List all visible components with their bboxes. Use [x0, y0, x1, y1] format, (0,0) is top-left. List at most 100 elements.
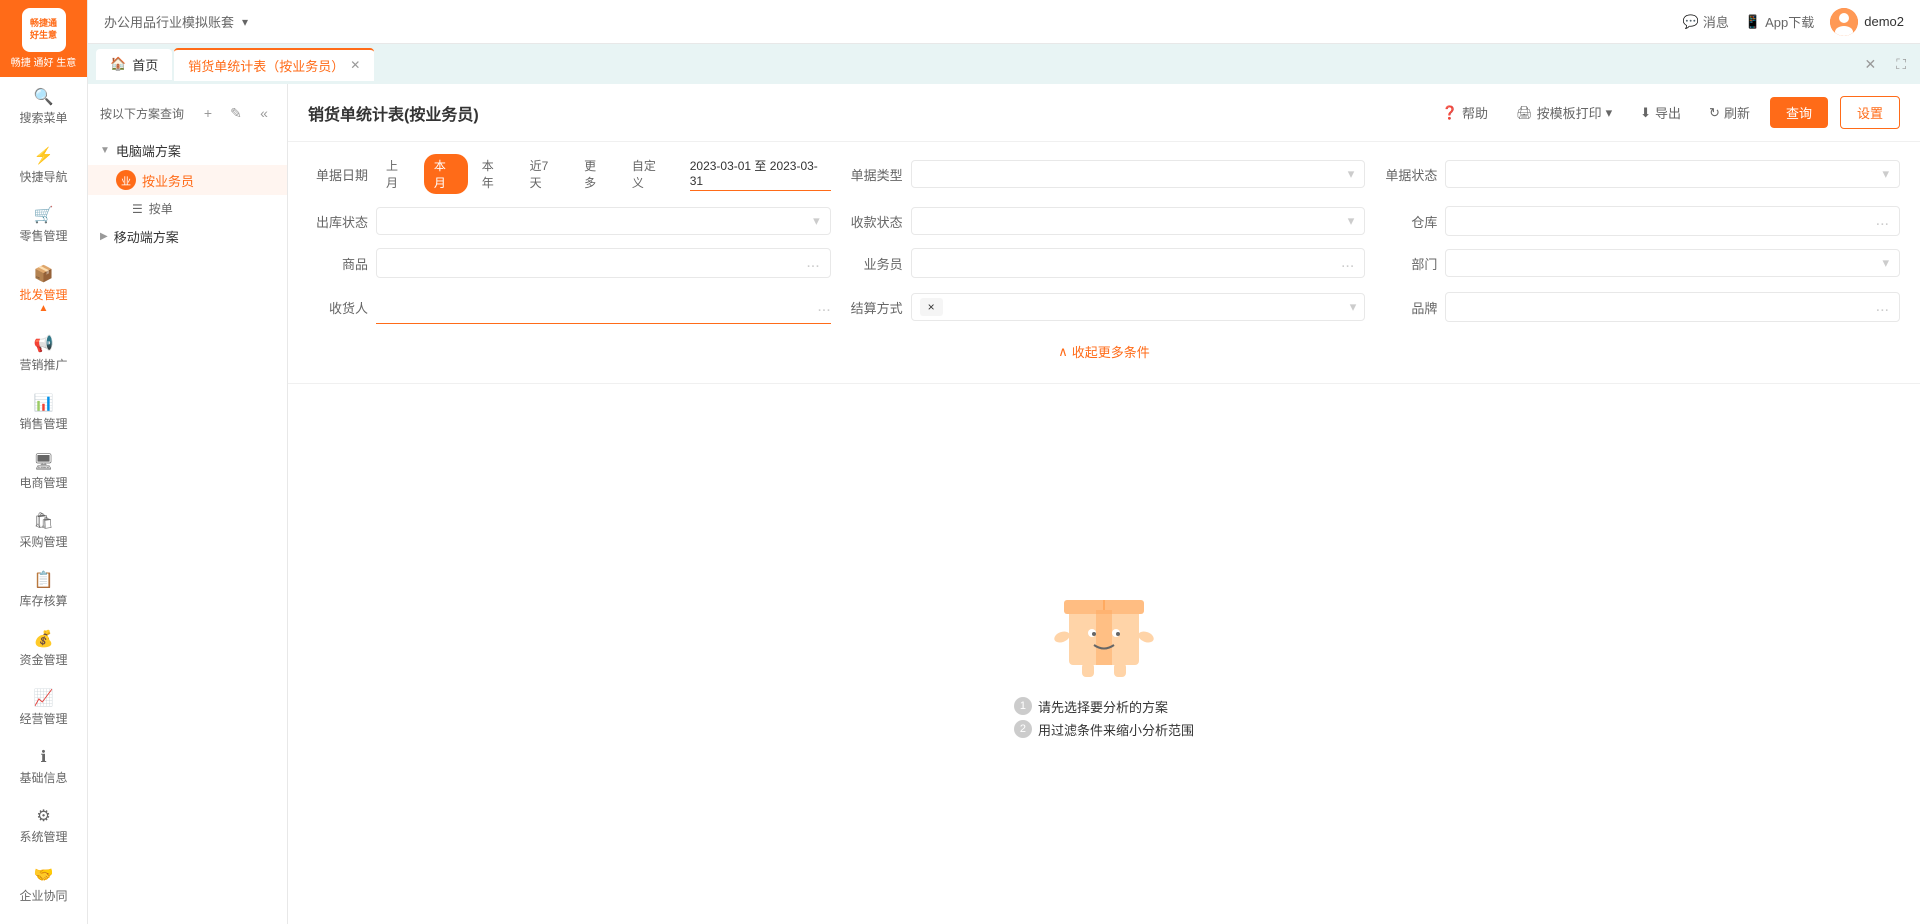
tab-bar: 🏠 首页 销货单统计表（按业务员） ✕ ✕ ⛶ — [88, 44, 1920, 84]
tab-fullscreen-btn[interactable]: ⛶ — [1890, 54, 1912, 75]
sidebar-item-marketing[interactable]: 📢 营销推广 — [0, 324, 87, 383]
bill-status-dropdown-icon: ▾ — [1882, 166, 1889, 182]
date-label: 单据日期 — [308, 165, 368, 184]
sidebar-item-inventory[interactable]: 📋 库存核算 — [0, 560, 87, 619]
filter-date: 单据日期 上月 本月 本年 近7天 更多 自定义 2023-03-01 至 20… — [308, 154, 831, 194]
template-print-button[interactable]: 🖨 按模板打印 ▾ — [1508, 99, 1620, 126]
collapse-panel-button[interactable]: « — [253, 102, 275, 124]
out-status-label: 出库状态 — [308, 212, 368, 231]
left-panel-title: 按以下方案查询 — [100, 105, 184, 122]
tab-close-icon[interactable]: ✕ — [350, 58, 360, 72]
desktop-scheme-parent[interactable]: ▼ 电脑端方案 — [88, 136, 287, 165]
bill-status-select[interactable]: ▾ — [1445, 160, 1900, 188]
sidebar-item-cooperation[interactable]: 🤝 企业协同 — [0, 855, 87, 914]
date-tab-more[interactable]: 更多 — [574, 154, 618, 194]
user-menu[interactable]: demo2 — [1830, 8, 1904, 36]
refresh-button[interactable]: ↻ 刷新 — [1701, 99, 1758, 126]
breadcrumb-dropdown[interactable]: ▾ — [242, 15, 248, 29]
filter-salesperson: 业务员 ... — [843, 248, 1366, 278]
payment-select[interactable]: × ▾ — [911, 293, 1366, 321]
refresh-label: 刷新 — [1724, 103, 1750, 122]
receiver-input[interactable] — [376, 295, 817, 318]
sidebar: 畅捷通好生意 畅捷 通好 生意 🔍 搜索菜单 ⚡ 快捷导航 🛒 零售管理 📦 批… — [0, 0, 88, 924]
sidebar-item-system[interactable]: ⚙ 系统管理 — [0, 796, 87, 855]
logo-icon: 畅捷通好生意 — [22, 8, 66, 52]
salesperson-icon-text: 业 — [121, 173, 131, 188]
sidebar-item-label: 电商管理 — [19, 474, 67, 491]
tab-home[interactable]: 🏠 首页 — [96, 49, 172, 80]
app-download-button[interactable]: 📱 App下载 — [1745, 12, 1814, 31]
sidebar-item-label: 营销推广 — [19, 356, 67, 373]
goods-select[interactable]: ... — [376, 248, 831, 278]
sidebar-item-retail[interactable]: 🛒 零售管理 — [0, 195, 87, 254]
collapse-button[interactable]: ∧ 收起更多条件 — [1052, 336, 1156, 367]
left-panel-actions: + ✎ « — [197, 102, 275, 124]
salesperson-select[interactable]: ... — [911, 248, 1366, 278]
query-button[interactable]: 查询 — [1770, 97, 1828, 128]
chevron-up-icon: ▲ — [39, 303, 49, 314]
home-icon: 🏠 — [110, 56, 126, 72]
scheme-child-salesperson[interactable]: 业 按业务员 — [88, 165, 287, 195]
sidebar-item-wholesale[interactable]: 📦 批发管理 ▲ — [0, 254, 87, 324]
sidebar-item-operation[interactable]: 📈 经营管理 — [0, 678, 87, 737]
bill-type-select[interactable]: ▾ — [911, 160, 1366, 188]
date-tab-thisyear[interactable]: 本年 — [472, 154, 516, 194]
message-icon: 💬 — [1683, 14, 1699, 30]
out-status-select[interactable]: ▾ — [376, 207, 831, 235]
sidebar-item-basic[interactable]: ℹ 基础信息 — [0, 737, 87, 796]
date-tab-lastmonth[interactable]: 上月 — [376, 154, 420, 194]
sidebar-item-finance[interactable]: 💰 资金管理 — [0, 619, 87, 678]
payment-tag: × — [920, 298, 943, 316]
brand-select[interactable]: ... — [1445, 292, 1900, 322]
receive-status-select[interactable]: ▾ — [911, 207, 1366, 235]
date-tab-custom[interactable]: 自定义 — [622, 154, 678, 194]
mobile-scheme-parent[interactable]: ▶ 移动端方案 — [88, 222, 287, 251]
edit-scheme-button[interactable]: ✎ — [225, 102, 247, 124]
sidebar-item-purchase[interactable]: 🛍 采购管理 — [0, 501, 87, 560]
tab-close-btn[interactable]: ✕ — [1858, 54, 1882, 75]
bill-type-dropdown-icon: ▾ — [1348, 166, 1355, 182]
filter-dept: 部门 ▾ — [1377, 248, 1900, 278]
date-tab-7days[interactable]: 近7天 — [520, 154, 570, 194]
tab-sales-stat[interactable]: 销货单统计表（按业务员） ✕ — [174, 48, 374, 81]
date-tabs: 上月 本月 本年 近7天 更多 自定义 — [376, 154, 678, 194]
dept-label: 部门 — [1377, 254, 1437, 273]
date-range-value[interactable]: 2023-03-01 至 2023-03-31 — [690, 157, 831, 191]
filter-row-4: 收货人 ... 结算方式 × ▾ — [308, 290, 1900, 324]
sidebar-item-label: 库存核算 — [19, 592, 67, 609]
dept-select[interactable]: ▾ — [1445, 249, 1900, 277]
tip-num-2: 2 — [1014, 720, 1032, 738]
ecommerce-icon: 🖥 — [33, 452, 53, 472]
sidebar-item-ecommerce[interactable]: 🖥 电商管理 — [0, 442, 87, 501]
desktop-scheme-section: ▼ 电脑端方案 业 按业务员 ☰ 按单 ▶ 移动端方案 — [88, 132, 287, 255]
warehouse-select[interactable]: ... — [1445, 206, 1900, 236]
brand-label: 品牌 — [1377, 298, 1437, 317]
date-tab-thismonth[interactable]: 本月 — [424, 154, 468, 194]
sidebar-item-sales[interactable]: 📊 销售管理 — [0, 383, 87, 442]
sidebar-item-newbie[interactable]: 🧭 新手引导 — [0, 914, 87, 924]
desktop-scheme-label: 电脑端方案 — [116, 141, 181, 160]
receiver-label: 收货人 — [308, 298, 368, 317]
add-scheme-button[interactable]: + — [197, 102, 219, 124]
export-label: 导出 — [1655, 103, 1681, 122]
help-label: 帮助 — [1462, 103, 1488, 122]
user-name: demo2 — [1864, 14, 1904, 29]
empty-tips: 1 请先选择要分析的方案 2 用过滤条件来缩小分析范围 — [1014, 697, 1194, 743]
sidebar-item-label: 快捷导航 — [19, 168, 67, 185]
mobile-scheme-label: 移动端方案 — [114, 227, 179, 246]
edit-icon: ✎ — [230, 105, 242, 122]
template-print-label: 按模板打印 — [1537, 103, 1602, 122]
sidebar-item-search[interactable]: 🔍 搜索菜单 — [0, 77, 87, 136]
settings-button[interactable]: 设置 — [1840, 96, 1900, 129]
payment-dropdown-icon: ▾ — [1350, 299, 1357, 315]
tip-text-2: 用过滤条件来缩小分析范围 — [1038, 720, 1194, 739]
right-panel: 销货单统计表(按业务员) ❓ 帮助 🖨 按模板打印 ▾ ⬇ 导出 — [288, 84, 1920, 924]
message-button[interactable]: 💬 消息 — [1683, 12, 1729, 31]
filter-row-1: 单据日期 上月 本月 本年 近7天 更多 自定义 2023-03-01 至 20… — [308, 154, 1900, 194]
filter-receiver: 收货人 ... — [308, 290, 831, 324]
sidebar-item-shortcut[interactable]: ⚡ 快捷导航 — [0, 136, 87, 195]
sidebar-item-label: 搜索菜单 — [19, 109, 67, 126]
export-button[interactable]: ⬇ 导出 — [1632, 99, 1689, 126]
scheme-child-by-order[interactable]: ☰ 按单 — [88, 195, 287, 222]
help-button[interactable]: ❓ 帮助 — [1434, 99, 1496, 126]
